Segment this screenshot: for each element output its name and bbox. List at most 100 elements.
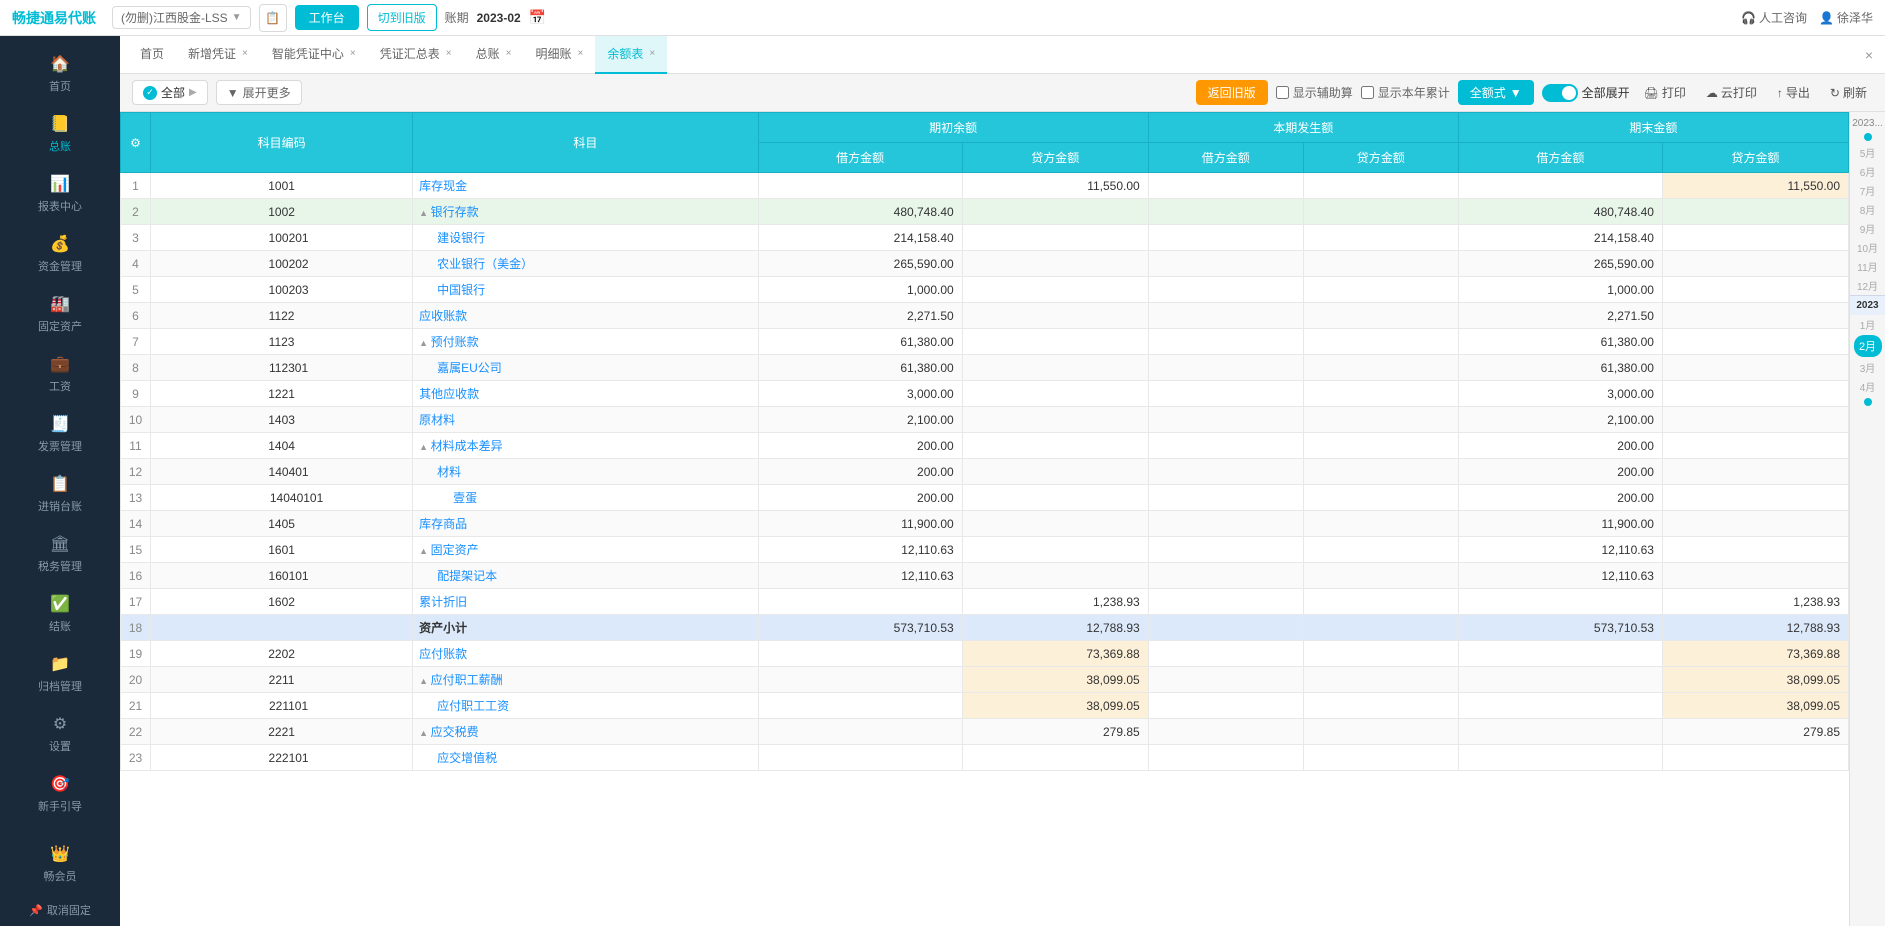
ytd-checkbox-input[interactable] bbox=[1361, 86, 1374, 99]
sidebar-item-funds[interactable]: 💰 资金管理 bbox=[0, 224, 120, 284]
cancel-fixed-button[interactable]: 📌 取消固定 bbox=[0, 894, 120, 926]
rs-8m[interactable]: 8月 bbox=[1858, 200, 1878, 219]
tab-general-ledger[interactable]: 总账 × bbox=[464, 36, 524, 74]
account-name-link[interactable]: 库存现金 bbox=[419, 179, 467, 193]
row-name[interactable]: 壹蛋 bbox=[413, 485, 758, 511]
row-name[interactable]: 应付职工工资 bbox=[413, 693, 758, 719]
account-name-link[interactable]: 固定资产 bbox=[431, 543, 479, 557]
row-name[interactable]: ▲ 固定资产 bbox=[413, 537, 758, 563]
account-name-link[interactable]: 应收账款 bbox=[419, 309, 467, 323]
rs-9m[interactable]: 9月 bbox=[1858, 219, 1878, 238]
row-name[interactable]: 库存现金 bbox=[413, 173, 758, 199]
rs-5m[interactable]: 5月 bbox=[1858, 143, 1878, 162]
tab-balance-sheet[interactable]: 余额表 × bbox=[595, 36, 667, 74]
rs-2m-active[interactable]: 2月 bbox=[1854, 335, 1882, 357]
account-name-link[interactable]: 材料成本差异 bbox=[431, 439, 503, 453]
sidebar-item-close[interactable]: ✅ 结账 bbox=[0, 584, 120, 644]
tab-general-ledger-close[interactable]: × bbox=[506, 48, 512, 59]
sidebar-item-sales[interactable]: 📋 进销台账 bbox=[0, 464, 120, 524]
row-name[interactable]: 应付账款 bbox=[413, 641, 758, 667]
cloud-print-button[interactable]: ☁ 云打印 bbox=[1700, 81, 1763, 104]
sidebar-item-invoice[interactable]: 🧾 发票管理 bbox=[0, 404, 120, 464]
account-name-link[interactable]: 材料 bbox=[437, 465, 461, 479]
account-name-link[interactable]: 建设银行 bbox=[437, 231, 485, 245]
row-name[interactable]: 应交增值税 bbox=[413, 745, 758, 771]
sidebar-item-reports[interactable]: 📊 报表中心 bbox=[0, 164, 120, 224]
show-ytd-checkbox[interactable]: 显示本年累计 bbox=[1361, 84, 1450, 101]
sidebar-item-member[interactable]: 👑 畅会员 bbox=[0, 834, 120, 894]
row-name[interactable]: 中国银行 bbox=[413, 277, 758, 303]
row-name[interactable]: 农业银行（美金） bbox=[413, 251, 758, 277]
account-name-link[interactable]: 其他应收款 bbox=[419, 387, 479, 401]
sidebar-item-home[interactable]: 🏠 首页 bbox=[0, 44, 120, 104]
close-all-tabs-button[interactable]: × bbox=[1861, 43, 1877, 67]
rs-1m[interactable]: 1月 bbox=[1858, 315, 1878, 334]
rs-6m[interactable]: 6月 bbox=[1858, 162, 1878, 181]
rs-7m[interactable]: 7月 bbox=[1858, 181, 1878, 200]
row-name[interactable]: 建设银行 bbox=[413, 225, 758, 251]
tab-add-voucher[interactable]: 新增凭证 × bbox=[176, 36, 260, 74]
row-name[interactable]: 材料 bbox=[413, 459, 758, 485]
workbench-button[interactable]: 工作台 bbox=[295, 5, 359, 30]
account-name-link[interactable]: 应付职工工资 bbox=[437, 699, 509, 713]
print-button[interactable]: 🖨 打印 bbox=[1638, 81, 1692, 104]
sidebar-item-guide[interactable]: 🎯 新手引导 bbox=[0, 764, 120, 824]
tab-detail-ledger[interactable]: 明细账 × bbox=[523, 36, 595, 74]
aux-checkbox-input[interactable] bbox=[1276, 86, 1289, 99]
sidebar-item-archive[interactable]: 📁 归档管理 bbox=[0, 644, 120, 704]
tab-detail-ledger-close[interactable]: × bbox=[577, 48, 583, 59]
account-name-link[interactable]: 库存商品 bbox=[419, 517, 467, 531]
format-button[interactable]: 全额式 ▼ bbox=[1458, 80, 1534, 105]
account-name-link[interactable]: 中国银行 bbox=[437, 283, 485, 297]
row-name[interactable]: 应收账款 bbox=[413, 303, 758, 329]
row-name[interactable]: ▲ 应交税费 bbox=[413, 719, 758, 745]
tab-smart-voucher-close[interactable]: × bbox=[350, 48, 356, 59]
toggle-switch[interactable] bbox=[1542, 84, 1578, 102]
switch-version-button[interactable]: 切到旧版 bbox=[367, 4, 437, 31]
row-name[interactable]: 原材料 bbox=[413, 407, 758, 433]
show-aux-checkbox[interactable]: 显示辅助算 bbox=[1276, 84, 1353, 101]
tab-voucher-summary[interactable]: 凭证汇总表 × bbox=[368, 36, 464, 74]
account-name-link[interactable]: 配提架记本 bbox=[437, 569, 497, 583]
user-info[interactable]: 👤 徐泽华 bbox=[1819, 9, 1873, 26]
account-name-link[interactable]: 农业银行（美金） bbox=[437, 257, 533, 271]
rs-11m[interactable]: 11月 bbox=[1855, 257, 1879, 276]
account-name-link[interactable]: 应交增值税 bbox=[437, 751, 497, 765]
account-name-link[interactable]: 原材料 bbox=[419, 413, 455, 427]
doc-icon-button[interactable]: 📋 bbox=[259, 4, 287, 32]
sidebar-item-settings[interactable]: ⚙ 设置 bbox=[0, 704, 120, 764]
return-old-button[interactable]: 返回旧版 bbox=[1196, 80, 1268, 105]
tab-add-voucher-close[interactable]: × bbox=[242, 48, 248, 59]
sidebar-item-payroll[interactable]: 💼 工资 bbox=[0, 344, 120, 404]
expand-more-button[interactable]: ▼ 展开更多 bbox=[216, 80, 302, 105]
sidebar-item-assets[interactable]: 🏭 固定资产 bbox=[0, 284, 120, 344]
rs-3m[interactable]: 3月 bbox=[1858, 358, 1878, 377]
tab-smart-voucher[interactable]: 智能凭证中心 × bbox=[260, 36, 368, 74]
tab-home[interactable]: 首页 bbox=[128, 36, 176, 74]
account-name-link[interactable]: 应付职工薪酬 bbox=[431, 673, 503, 687]
sidebar-item-tax[interactable]: 🏛 税务管理 bbox=[0, 524, 120, 584]
account-name-link[interactable]: 累计折旧 bbox=[419, 595, 467, 609]
row-name[interactable]: ▲ 材料成本差异 bbox=[413, 433, 758, 459]
account-name-link[interactable]: 壹蛋 bbox=[453, 491, 477, 505]
account-name-link[interactable]: 应付账款 bbox=[419, 647, 467, 661]
row-name[interactable]: ▲ 银行存款 bbox=[413, 199, 758, 225]
account-name-link[interactable]: 预付账款 bbox=[431, 335, 479, 349]
account-name-link[interactable]: 银行存款 bbox=[431, 205, 479, 219]
export-button[interactable]: ↑ 导出 bbox=[1771, 81, 1816, 104]
row-name[interactable]: 库存商品 bbox=[413, 511, 758, 537]
tab-balance-sheet-close[interactable]: × bbox=[649, 48, 655, 59]
row-name[interactable]: 配提架记本 bbox=[413, 563, 758, 589]
tab-voucher-summary-close[interactable]: × bbox=[446, 48, 452, 59]
row-name[interactable]: 嘉属EU公司 bbox=[413, 355, 758, 381]
service-button[interactable]: 🎧 人工咨询 bbox=[1741, 9, 1807, 26]
company-selector[interactable]: (勿删)江西股金-LSS ▼ bbox=[112, 6, 251, 29]
settings-col-header[interactable]: ⚙ bbox=[121, 113, 151, 173]
rs-10m[interactable]: 10月 bbox=[1855, 238, 1880, 257]
refresh-button[interactable]: ↻ 刷新 bbox=[1824, 81, 1873, 104]
expand-all-toggle[interactable]: 全部展开 bbox=[1542, 84, 1630, 102]
all-selector-button[interactable]: ✓ 全部 ▶ bbox=[132, 80, 208, 105]
row-name[interactable]: ▲ 应付职工薪酬 bbox=[413, 667, 758, 693]
row-name[interactable]: 累计折旧 bbox=[413, 589, 758, 615]
account-name-link[interactable]: 应交税费 bbox=[431, 725, 479, 739]
